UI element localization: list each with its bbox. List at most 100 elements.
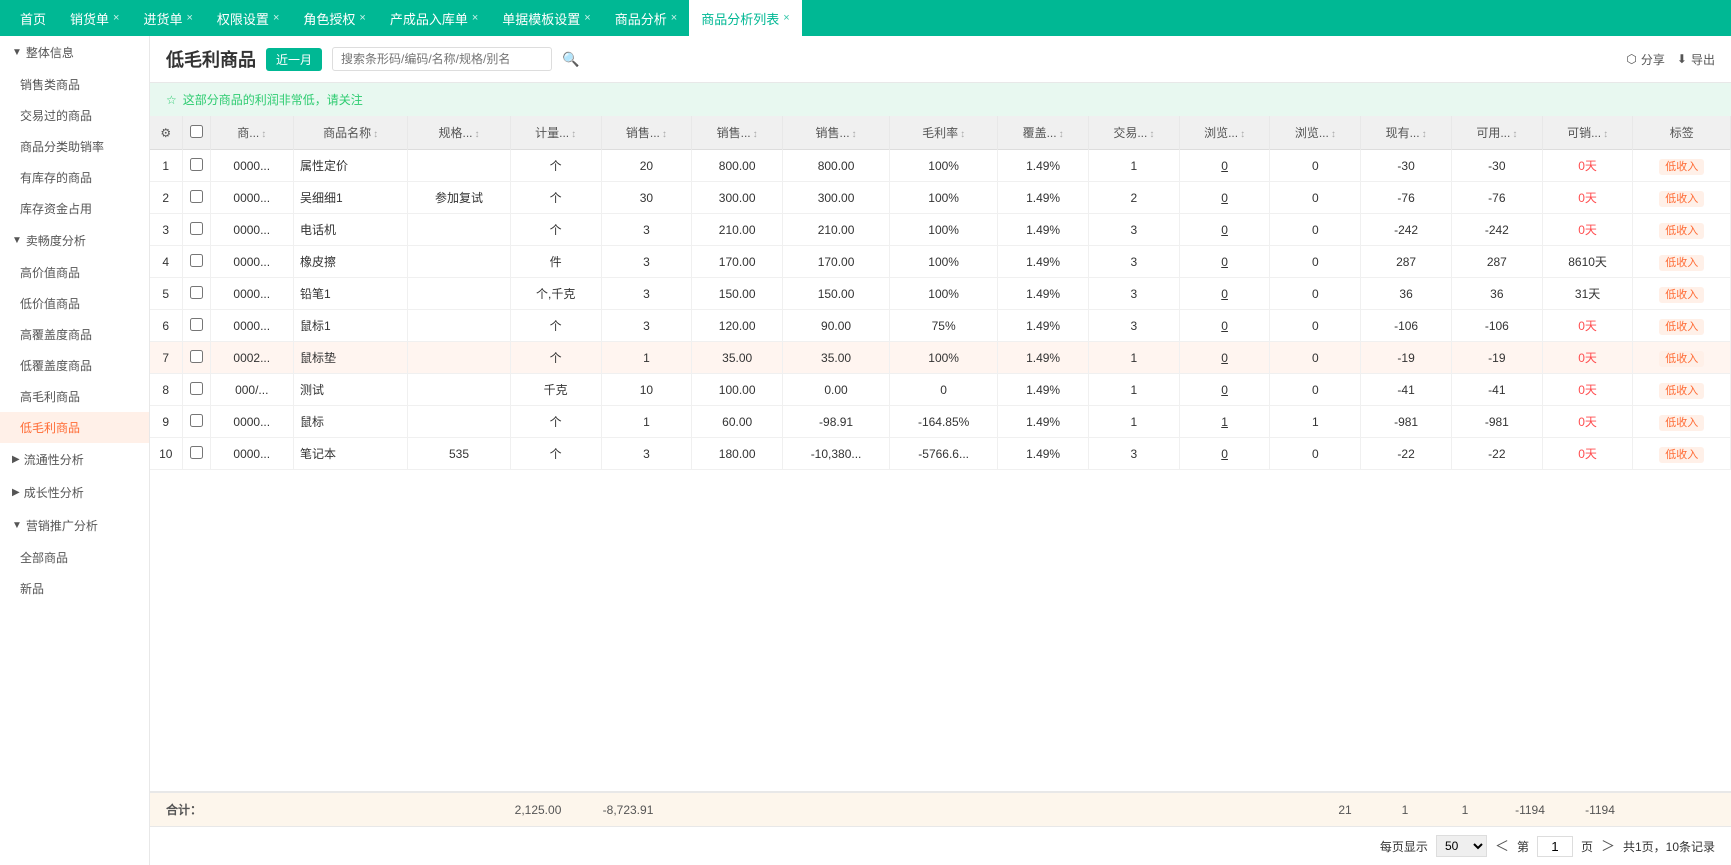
- row-browse1[interactable]: 0: [1179, 438, 1270, 470]
- col-gross-rate[interactable]: 毛利率↕: [890, 116, 998, 150]
- sidebar-item-high-value[interactable]: 高价值商品: [0, 257, 149, 288]
- col-saleable[interactable]: 可销...↕: [1542, 116, 1633, 150]
- col-name[interactable]: 商品名称↕: [294, 116, 408, 150]
- nav-item-permissions[interactable]: 权限设置 ×: [205, 0, 291, 36]
- sidebar-item-low-coverage[interactable]: 低覆盖度商品: [0, 350, 149, 381]
- export-button[interactable]: ⬇ 导出: [1677, 51, 1715, 68]
- sidebar-section-marketing[interactable]: ▼ 营销推广分析: [0, 509, 149, 542]
- sidebar-section-circulation[interactable]: ▶ 流通性分析: [0, 443, 149, 476]
- col-transaction[interactable]: 交易...↕: [1088, 116, 1179, 150]
- row-checkbox-cell[interactable]: [182, 150, 210, 182]
- sidebar-item-new-products[interactable]: 新品: [0, 573, 149, 604]
- row-checkbox[interactable]: [190, 382, 203, 395]
- row-checkbox[interactable]: [190, 318, 203, 331]
- nav-item-roles[interactable]: 角色授权 ×: [291, 0, 377, 36]
- row-code: 0000...: [210, 246, 294, 278]
- sidebar-item-stocked-products[interactable]: 有库存的商品: [0, 162, 149, 193]
- col-current-stock[interactable]: 现有...↕: [1361, 116, 1452, 150]
- row-browse1[interactable]: 0: [1179, 278, 1270, 310]
- nav-item-analysis[interactable]: 商品分析 ×: [603, 0, 689, 36]
- sidebar-item-sales-products[interactable]: 销售类商品: [0, 69, 149, 100]
- row-browse1[interactable]: 0: [1179, 246, 1270, 278]
- nav-item-products[interactable]: 产成品入库单 ×: [378, 0, 490, 36]
- sidebar-item-category-rate[interactable]: 商品分类助销率: [0, 131, 149, 162]
- close-icon[interactable]: ×: [273, 12, 279, 24]
- col-available[interactable]: 可用...↕: [1451, 116, 1542, 150]
- col-sales-qty[interactable]: 销售...↕: [601, 116, 692, 150]
- row-code: 0000...: [210, 278, 294, 310]
- sidebar-section-growth[interactable]: ▶ 成长性分析: [0, 476, 149, 509]
- sidebar-item-capital[interactable]: 库存资金占用: [0, 193, 149, 224]
- row-checkbox[interactable]: [190, 286, 203, 299]
- close-icon[interactable]: ×: [359, 12, 365, 24]
- col-checkbox[interactable]: [182, 116, 210, 150]
- col-code[interactable]: 商...↕: [210, 116, 294, 150]
- col-spec[interactable]: 规格...↕: [408, 116, 511, 150]
- row-checkbox[interactable]: [190, 350, 203, 363]
- sidebar-item-high-margin[interactable]: 高毛利商品: [0, 381, 149, 412]
- close-icon[interactable]: ×: [783, 12, 789, 24]
- row-checkbox-cell[interactable]: [182, 310, 210, 342]
- search-button[interactable]: 🔍: [562, 51, 579, 68]
- prev-page-button[interactable]: ＜: [1495, 836, 1509, 856]
- row-checkbox[interactable]: [190, 158, 203, 171]
- nav-item-purchase[interactable]: 进货单 ×: [131, 0, 204, 36]
- close-icon[interactable]: ×: [584, 12, 590, 24]
- row-checkbox-cell[interactable]: [182, 246, 210, 278]
- row-coverage: 1.49%: [998, 150, 1089, 182]
- row-checkbox[interactable]: [190, 414, 203, 427]
- close-icon[interactable]: ×: [472, 12, 478, 24]
- row-browse1[interactable]: 0: [1179, 214, 1270, 246]
- sidebar-section-overall[interactable]: ▼ 整体信息: [0, 36, 149, 69]
- row-browse1[interactable]: 0: [1179, 374, 1270, 406]
- search-input[interactable]: [332, 47, 552, 71]
- share-button[interactable]: ⬡ 分享: [1626, 51, 1665, 68]
- nav-item-sales[interactable]: 销货单 ×: [58, 0, 131, 36]
- sidebar-item-traded-products[interactable]: 交易过的商品: [0, 100, 149, 131]
- row-name: 属性定价: [294, 150, 408, 182]
- col-tag[interactable]: 标签: [1633, 116, 1731, 150]
- next-page-button[interactable]: ＞: [1601, 836, 1615, 856]
- row-checkbox-cell[interactable]: [182, 278, 210, 310]
- col-browse2[interactable]: 浏览...↕: [1270, 116, 1361, 150]
- row-checkbox[interactable]: [190, 222, 203, 235]
- row-current-stock: -106: [1361, 310, 1452, 342]
- sidebar-item-all-products[interactable]: 全部商品: [0, 542, 149, 573]
- row-browse1[interactable]: 0: [1179, 182, 1270, 214]
- col-sales-price[interactable]: 销售...↕: [692, 116, 783, 150]
- col-coverage[interactable]: 覆盖...↕: [998, 116, 1089, 150]
- sidebar-item-high-coverage[interactable]: 高覆盖度商品: [0, 319, 149, 350]
- row-checkbox-cell[interactable]: [182, 374, 210, 406]
- col-settings[interactable]: ⚙: [150, 116, 182, 150]
- row-browse1[interactable]: 0: [1179, 342, 1270, 374]
- nav-item-templates[interactable]: 单据模板设置 ×: [490, 0, 602, 36]
- sidebar-item-low-margin[interactable]: 低毛利商品: [0, 412, 149, 443]
- row-current-stock: -22: [1361, 438, 1452, 470]
- select-all-checkbox[interactable]: [190, 125, 203, 138]
- row-checkbox[interactable]: [190, 254, 203, 267]
- row-checkbox-cell[interactable]: [182, 438, 210, 470]
- filter-period-button[interactable]: 近一月: [266, 48, 322, 71]
- row-checkbox-cell[interactable]: [182, 342, 210, 374]
- row-transaction: 3: [1088, 310, 1179, 342]
- row-browse1[interactable]: 0: [1179, 150, 1270, 182]
- sidebar-item-low-value[interactable]: 低价值商品: [0, 288, 149, 319]
- sidebar-section-velocity[interactable]: ▼ 卖畅度分析: [0, 224, 149, 257]
- col-sales-profit[interactable]: 销售...↕: [783, 116, 890, 150]
- close-icon[interactable]: ×: [113, 12, 119, 24]
- row-checkbox[interactable]: [190, 446, 203, 459]
- close-icon[interactable]: ×: [671, 12, 677, 24]
- row-checkbox-cell[interactable]: [182, 214, 210, 246]
- row-checkbox-cell[interactable]: [182, 406, 210, 438]
- row-checkbox[interactable]: [190, 190, 203, 203]
- close-icon[interactable]: ×: [186, 12, 192, 24]
- col-browse1[interactable]: 浏览...↕: [1179, 116, 1270, 150]
- nav-item-analysis-list[interactable]: 商品分析列表 ×: [689, 0, 801, 36]
- row-checkbox-cell[interactable]: [182, 182, 210, 214]
- per-page-select[interactable]: 50 100 200: [1436, 835, 1487, 857]
- col-unit[interactable]: 计量...↕: [510, 116, 601, 150]
- row-browse1[interactable]: 0: [1179, 310, 1270, 342]
- nav-item-home[interactable]: 首页: [8, 0, 58, 36]
- row-browse1[interactable]: 1: [1179, 406, 1270, 438]
- page-number-input[interactable]: [1537, 836, 1573, 857]
